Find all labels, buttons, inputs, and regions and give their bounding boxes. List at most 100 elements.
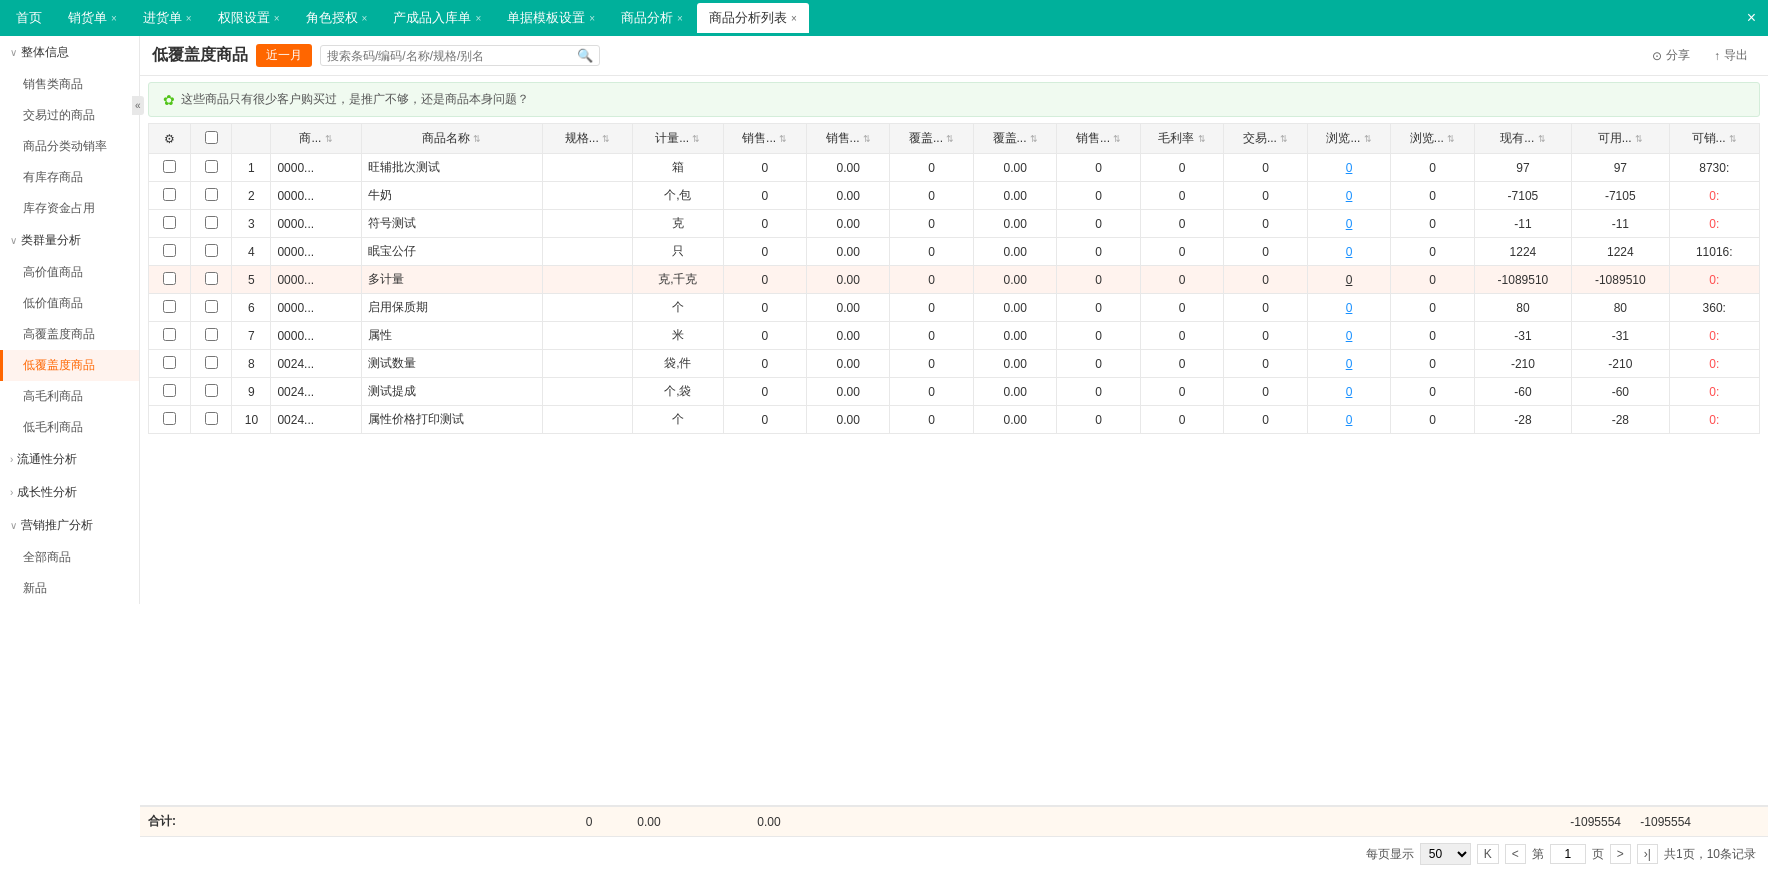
- nav-sales-order[interactable]: 销货单 ×: [56, 3, 129, 33]
- nav-close-all[interactable]: ×: [1739, 5, 1764, 31]
- col-sales-count[interactable]: 销售... ⇅: [1057, 124, 1140, 154]
- row-settings-btn[interactable]: [163, 272, 176, 285]
- sidebar-item-low-coverage[interactable]: 低覆盖度商品: [0, 350, 139, 381]
- row-action[interactable]: [149, 406, 191, 434]
- row-settings-btn[interactable]: [163, 384, 176, 397]
- nav-sales-order-close[interactable]: ×: [111, 13, 117, 24]
- row-action[interactable]: [149, 182, 191, 210]
- sidebar-item-category-rate[interactable]: 商品分类动销率: [0, 131, 139, 162]
- row-checkbox[interactable]: [190, 378, 232, 406]
- page-number-input[interactable]: [1550, 844, 1586, 864]
- sidebar-collapse-button[interactable]: «: [132, 96, 144, 115]
- nav-product-in[interactable]: 产成品入库单 ×: [381, 3, 493, 33]
- sidebar-item-low-profit[interactable]: 低毛利商品: [0, 412, 139, 443]
- row-settings-btn[interactable]: [163, 412, 176, 425]
- nav-purchase-order-close[interactable]: ×: [186, 13, 192, 24]
- row-action[interactable]: [149, 238, 191, 266]
- row-action[interactable]: [149, 266, 191, 294]
- row-checkbox[interactable]: [190, 406, 232, 434]
- nav-product-in-close[interactable]: ×: [475, 13, 481, 24]
- row-checkbox[interactable]: [205, 160, 218, 173]
- per-page-select[interactable]: 50 20 100 200: [1420, 843, 1471, 865]
- share-button[interactable]: ⊙ 分享: [1644, 44, 1698, 67]
- prev-page-button[interactable]: <: [1505, 844, 1526, 864]
- row-checkbox[interactable]: [205, 328, 218, 341]
- sidebar-section-growth[interactable]: › 成长性分析: [0, 476, 139, 509]
- nav-product-analysis-close[interactable]: ×: [677, 13, 683, 24]
- sidebar-item-high-value[interactable]: 高价值商品: [0, 257, 139, 288]
- col-trans-count[interactable]: 交易... ⇅: [1224, 124, 1307, 154]
- sidebar-item-capital[interactable]: 库存资金占用: [0, 193, 139, 224]
- row-action[interactable]: [149, 294, 191, 322]
- export-button[interactable]: ↑ 导出: [1706, 44, 1756, 67]
- nav-role-auth[interactable]: 角色授权 ×: [294, 3, 380, 33]
- row-checkbox[interactable]: [205, 244, 218, 257]
- sidebar-item-new-products[interactable]: 新品: [0, 573, 139, 604]
- row-action[interactable]: [149, 154, 191, 182]
- nav-permission[interactable]: 权限设置 ×: [206, 3, 292, 33]
- row-checkbox[interactable]: [190, 154, 232, 182]
- row-checkbox[interactable]: [190, 210, 232, 238]
- row-settings-btn[interactable]: [163, 216, 176, 229]
- col-cover-amount[interactable]: 覆盖... ⇅: [973, 124, 1056, 154]
- col-sales-amount[interactable]: 销售... ⇅: [807, 124, 890, 154]
- row-action[interactable]: [149, 322, 191, 350]
- nav-product-analysis-list[interactable]: 商品分析列表 ×: [697, 3, 809, 33]
- row-checkbox[interactable]: [190, 182, 232, 210]
- first-page-button[interactable]: K: [1477, 844, 1499, 864]
- col-checkbox-all[interactable]: [190, 124, 232, 154]
- row-checkbox[interactable]: [190, 294, 232, 322]
- row-checkbox[interactable]: [205, 272, 218, 285]
- col-browse-val[interactable]: 浏览... ⇅: [1391, 124, 1474, 154]
- sidebar-section-group-analysis[interactable]: ∨ 类群量分析: [0, 224, 139, 257]
- row-settings-btn[interactable]: [163, 188, 176, 201]
- row-settings-btn[interactable]: [163, 300, 176, 313]
- row-action[interactable]: [149, 210, 191, 238]
- last-page-button[interactable]: ›|: [1637, 844, 1658, 864]
- row-action[interactable]: [149, 378, 191, 406]
- sidebar-item-traded-products[interactable]: 交易过的商品: [0, 100, 139, 131]
- nav-product-analysis-list-close[interactable]: ×: [791, 13, 797, 24]
- row-checkbox[interactable]: [205, 384, 218, 397]
- row-settings-btn[interactable]: [163, 160, 176, 173]
- sidebar-section-overall[interactable]: ∨ 整体信息: [0, 36, 139, 69]
- nav-purchase-order[interactable]: 进货单 ×: [131, 3, 204, 33]
- row-checkbox[interactable]: [205, 216, 218, 229]
- col-sellable[interactable]: 可销... ⇅: [1669, 124, 1760, 154]
- col-available[interactable]: 可用... ⇅: [1572, 124, 1669, 154]
- sidebar-item-all-products[interactable]: 全部商品: [0, 542, 139, 573]
- search-icon[interactable]: 🔍: [577, 48, 593, 63]
- row-checkbox[interactable]: [190, 322, 232, 350]
- nav-template[interactable]: 单据模板设置 ×: [495, 3, 607, 33]
- col-cover-qty[interactable]: 覆盖... ⇅: [890, 124, 973, 154]
- nav-home[interactable]: 首页: [4, 3, 54, 33]
- col-settings[interactable]: ⚙: [149, 124, 191, 154]
- row-checkbox[interactable]: [205, 300, 218, 313]
- row-checkbox[interactable]: [190, 266, 232, 294]
- col-gross-rate[interactable]: 毛利率 ⇅: [1140, 124, 1223, 154]
- row-checkbox[interactable]: [190, 350, 232, 378]
- col-sales-qty[interactable]: 销售... ⇅: [723, 124, 806, 154]
- nav-permission-close[interactable]: ×: [274, 13, 280, 24]
- row-settings-btn[interactable]: [163, 328, 176, 341]
- sidebar-item-high-profit[interactable]: 高毛利商品: [0, 381, 139, 412]
- row-checkbox[interactable]: [205, 356, 218, 369]
- row-checkbox[interactable]: [205, 188, 218, 201]
- select-all-checkbox[interactable]: [205, 131, 218, 144]
- row-checkbox[interactable]: [205, 412, 218, 425]
- col-current-stock[interactable]: 现有... ⇅: [1474, 124, 1571, 154]
- sidebar-item-low-value[interactable]: 低价值商品: [0, 288, 139, 319]
- search-input[interactable]: [327, 49, 573, 63]
- row-settings-btn[interactable]: [163, 356, 176, 369]
- nav-template-close[interactable]: ×: [589, 13, 595, 24]
- time-filter-button[interactable]: 近一月: [256, 44, 312, 67]
- nav-role-auth-close[interactable]: ×: [362, 13, 368, 24]
- col-unit[interactable]: 计量... ⇅: [633, 124, 723, 154]
- col-code[interactable]: 商... ⇅: [271, 124, 361, 154]
- row-checkbox[interactable]: [190, 238, 232, 266]
- row-settings-btn[interactable]: [163, 244, 176, 257]
- row-action[interactable]: [149, 350, 191, 378]
- col-name[interactable]: 商品名称 ⇅: [361, 124, 542, 154]
- col-spec[interactable]: 规格... ⇅: [542, 124, 632, 154]
- nav-product-analysis[interactable]: 商品分析 ×: [609, 3, 695, 33]
